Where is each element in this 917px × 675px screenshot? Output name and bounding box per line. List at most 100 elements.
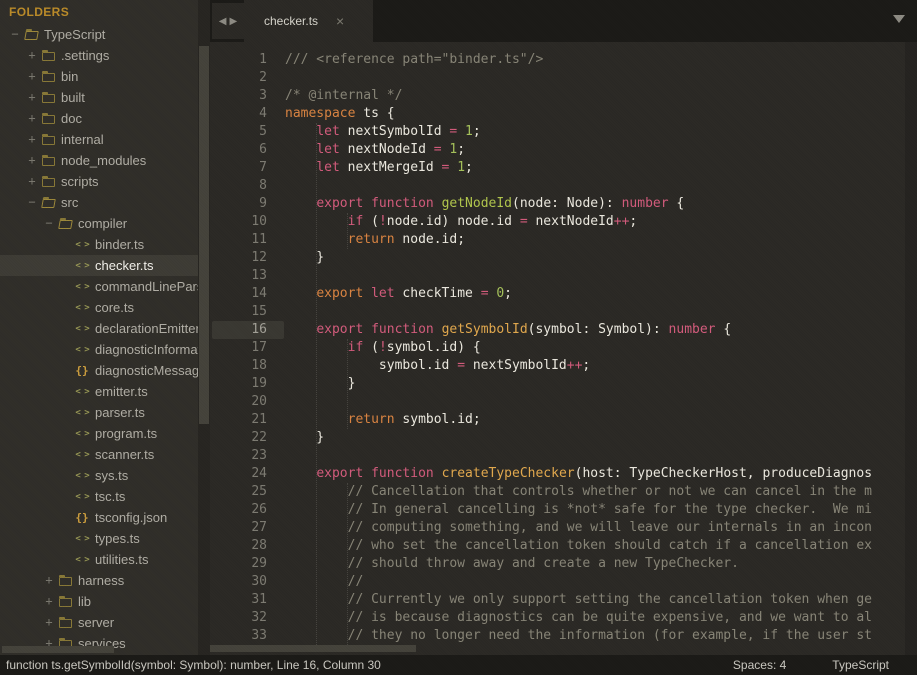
tree-item-sys-ts[interactable]: < > sys.ts [0,465,198,486]
code-line[interactable]: 31 // Currently we only support setting … [210,591,917,609]
code-text: // is because diagnostics can be quite e… [285,610,872,625]
code-line[interactable]: 30 // [210,573,917,591]
code-line[interactable]: 13 [210,267,917,285]
code-lines: 1/// <reference path="binder.ts"/> 2 3/* @… [210,42,917,645]
tab-overflow-icon[interactable] [893,15,905,23]
code-line[interactable]: 10 if (!node.id) node.id = nextNodeId++; [210,213,917,231]
editor-horizontal-scrollbar-thumb[interactable] [210,645,416,652]
typescript-file-icon: < > [75,344,89,355]
collapse-icon[interactable]: − [42,213,56,234]
line-number: 8 [259,178,267,193]
tree-item-doc[interactable]: + doc [0,108,198,129]
tree-item-tsc-ts[interactable]: < > tsc.ts [0,486,198,507]
tree-item-utilities-ts[interactable]: < > utilities.ts [0,549,198,570]
code-line[interactable]: 4 namespace ts { [210,105,917,123]
expand-icon[interactable]: + [42,612,56,633]
tree-item-typescript[interactable]: − TypeScript [0,24,198,45]
sidebar-vertical-scrollbar-thumb[interactable] [199,46,209,424]
tree-item-types-ts[interactable]: < > types.ts [0,528,198,549]
code-line[interactable]: 28 // who set the cancellation token sho… [210,537,917,555]
code-line[interactable]: 20 [210,393,917,411]
tree-item-program-ts[interactable]: < > program.ts [0,423,198,444]
expand-icon[interactable]: + [25,87,39,108]
tree-item-diagnosticinformationmap-generated-ts[interactable]: < > diagnosticInformationMap.generated.ts [0,339,198,360]
code-line[interactable]: 22 } [210,429,917,447]
code-line[interactable]: 14 export let checkTime = 0; [210,285,917,303]
tree-item-server[interactable]: + server [0,612,198,633]
code-line[interactable]: 33 // they no longer need the informatio… [210,627,917,645]
code-line[interactable]: 3 /* @internal */ [210,87,917,105]
tree-item-emitter-ts[interactable]: < > emitter.ts [0,381,198,402]
sidebar-vertical-scrollbar-track [198,0,210,655]
tree-item-tsconfig-json[interactable]: {} tsconfig.json [0,507,198,528]
collapse-icon[interactable]: − [25,192,39,213]
folder-icon [39,50,57,61]
code-line[interactable]: 23 [210,447,917,465]
code-editor[interactable]: 1/// <reference path="binder.ts"/> 2 3/* @… [210,42,917,655]
tree-item-src[interactable]: − src [0,192,198,213]
tree-item-scanner-ts[interactable]: < > scanner.ts [0,444,198,465]
code-line[interactable]: 5 let nextSymbolId = 1; [210,123,917,141]
tree-item-built[interactable]: + built [0,87,198,108]
code-line[interactable]: 1 /// <reference path="binder.ts"/> [210,51,917,69]
tree-item-compiler[interactable]: − compiler [0,213,198,234]
nav-forward-icon[interactable]: ▶ [230,16,238,27]
tree-item-commandlineparser-ts[interactable]: < > commandLineParser.ts [0,276,198,297]
expand-icon[interactable]: + [25,150,39,171]
tree-item-declarationemitter-ts[interactable]: < > declarationEmitter.ts [0,318,198,339]
expand-icon[interactable]: + [25,108,39,129]
sidebar-horizontal-scrollbar-thumb[interactable] [2,646,114,653]
code-line[interactable]: 21 return symbol.id; [210,411,917,429]
code-line[interactable]: 18 symbol.id = nextSymbolId++; [210,357,917,375]
code-line[interactable]: 11 return node.id; [210,231,917,249]
tree-item-bin[interactable]: + bin [0,66,198,87]
code-line[interactable]: 29 // should throw away and create a new… [210,555,917,573]
line-number: 18 [251,358,267,373]
tree-item-checker-ts[interactable]: < > checker.ts [0,255,198,276]
code-line[interactable]: 32 // is because diagnostics can be quit… [210,609,917,627]
folder-icon [41,134,55,145]
tree-item-internal[interactable]: + internal [0,129,198,150]
expand-icon[interactable]: + [42,570,56,591]
tree-item-harness[interactable]: + harness [0,570,198,591]
code-line[interactable]: 26 // In general cancelling is *not* saf… [210,501,917,519]
code-line[interactable]: 24 export function createTypeChecker(hos… [210,465,917,483]
code-line[interactable]: 9 export function getNodeId(node: Node):… [210,195,917,213]
tree-item-parser-ts[interactable]: < > parser.ts [0,402,198,423]
expand-icon[interactable]: + [42,591,56,612]
typescript-file-icon: < > [73,450,91,460]
tree-item-scripts[interactable]: + scripts [0,171,198,192]
tree-item-label: utilities.ts [95,552,149,567]
code-line[interactable]: 7 let nextMergeId = 1; [210,159,917,177]
status-syntax-setting[interactable]: TypeScript [832,658,889,672]
tree-item-diagnosticmessages-json[interactable]: {} diagnosticMessages.json [0,360,198,381]
typescript-file-icon: < > [73,282,91,292]
nav-back-icon[interactable]: ◀ [219,16,227,27]
tab-close-icon[interactable]: × [336,13,344,29]
tree-item-node-modules[interactable]: + node_modules [0,150,198,171]
code-line[interactable]: 25 // Cancellation that controls whether… [210,483,917,501]
tree-item-label: tsc.ts [95,489,126,504]
code-line[interactable]: 19 } [210,375,917,393]
tree-item-core-ts[interactable]: < > core.ts [0,297,198,318]
collapse-icon[interactable]: − [8,24,22,45]
code-line[interactable]: 6 let nextNodeId = 1; [210,141,917,159]
tree-item-binder-ts[interactable]: < > binder.ts [0,234,198,255]
code-line[interactable]: 15 [210,303,917,321]
folder-icon [56,617,74,628]
tree-item-label: scanner.ts [95,447,155,462]
expand-icon[interactable]: + [25,129,39,150]
expand-icon[interactable]: + [25,45,39,66]
tree-item-lib[interactable]: + lib [0,591,198,612]
expand-icon[interactable]: + [25,171,39,192]
code-line[interactable]: 2 [210,69,917,87]
code-line[interactable]: 12 } [210,249,917,267]
tab-checker-ts[interactable]: checker.ts × [244,0,373,42]
code-line[interactable]: 8 [210,177,917,195]
code-line[interactable]: 16 export function getSymbolId(symbol: S… [210,321,917,339]
tree-item-settings[interactable]: + .settings [0,45,198,66]
expand-icon[interactable]: + [25,66,39,87]
code-line[interactable]: 17 if (!symbol.id) { [210,339,917,357]
status-indent-setting[interactable]: Spaces: 4 [733,658,786,672]
code-line[interactable]: 27 // computing something, and we will l… [210,519,917,537]
